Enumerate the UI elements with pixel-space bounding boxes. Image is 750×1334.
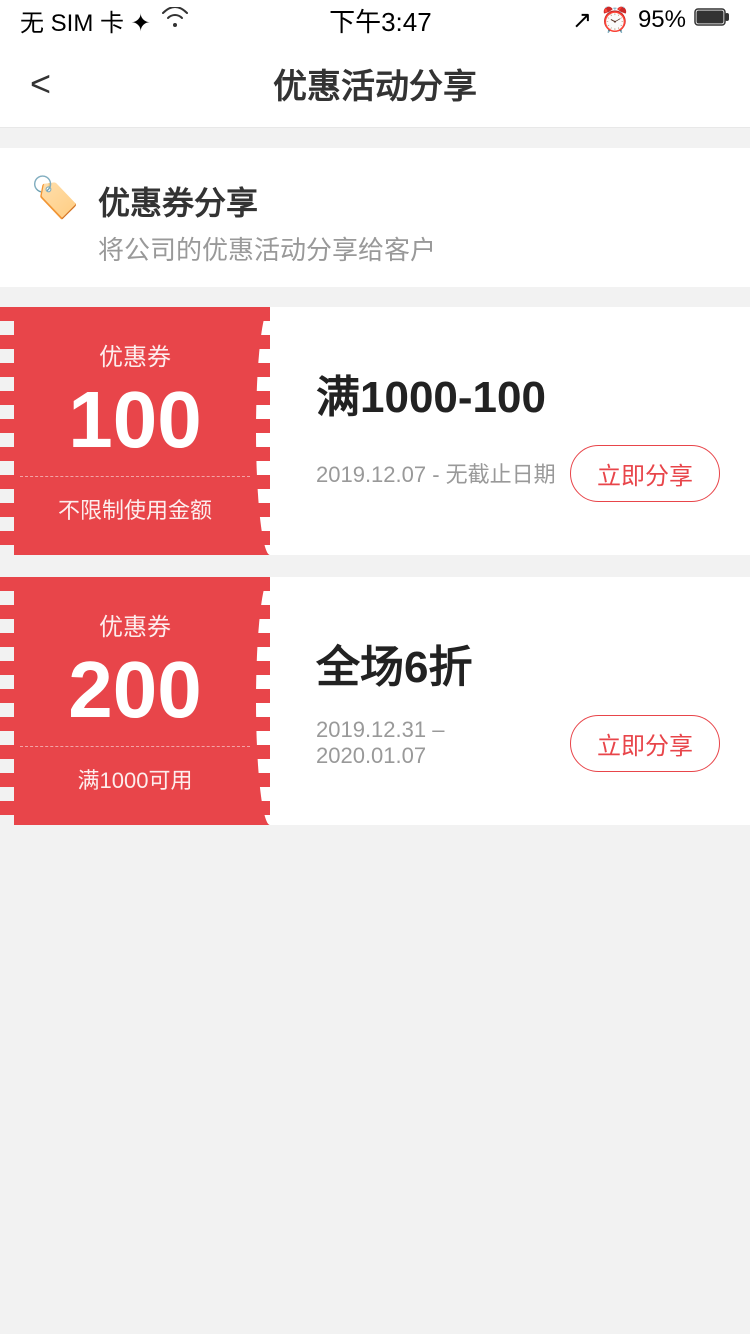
battery-percent: 95%: [638, 6, 686, 34]
coupon-card: 优惠券 200 满1000可用 全场6折 2019.12.31 – 2020.0…: [0, 577, 750, 825]
share-button-1[interactable]: 立即分享: [570, 715, 720, 772]
section-text: 优惠券分享 将公司的优惠活动分享给客户: [98, 178, 436, 267]
coupon-name-1: 全场6折: [316, 631, 720, 695]
coupon-left-0: 优惠券 100 不限制使用金额: [0, 307, 270, 555]
coupon-date-0: 2019.12.07 - 无截止日期: [316, 457, 560, 489]
status-right: ↗ ⏰ 95%: [572, 6, 730, 35]
coupon-card: 优惠券 100 不限制使用金额 满1000-100 2019.12.07 - 无…: [0, 307, 750, 555]
coupon-separator: [0, 557, 750, 577]
share-button-0[interactable]: 立即分享: [570, 445, 720, 502]
coupon-label-0: 优惠券: [99, 337, 171, 372]
coupon-amount-1: 200: [68, 650, 201, 730]
coupon-amount-0: 100: [68, 380, 201, 460]
status-bar: 无 SIM 卡 ✦ 下午3:47 ↗ ⏰ 95%: [0, 0, 750, 40]
coupon-condition-0: 不限制使用金额: [58, 493, 212, 525]
coupon-share-icon: 🏷️: [30, 178, 82, 230]
location-icon: ↗: [572, 6, 592, 35]
coupon-name-0: 满1000-100: [316, 361, 720, 425]
section-title: 优惠券分享: [98, 178, 436, 224]
coupon-label-1: 优惠券: [99, 607, 171, 642]
coupon-list: 优惠券 100 不限制使用金额 满1000-100 2019.12.07 - 无…: [0, 307, 750, 827]
coupon-date-1: 2019.12.31 – 2020.01.07: [316, 717, 560, 769]
section-subtitle: 将公司的优惠活动分享给客户: [98, 230, 436, 267]
battery-icon: [694, 6, 730, 34]
status-left: 无 SIM 卡 ✦: [20, 3, 189, 38]
back-button[interactable]: <: [30, 63, 51, 105]
coupon-meta-0: 2019.12.07 - 无截止日期 立即分享: [316, 445, 720, 502]
alarm-icon: ⏰: [600, 6, 630, 35]
signal-text: 无 SIM 卡 ✦: [20, 3, 151, 38]
status-time: 下午3:47: [329, 2, 432, 39]
nav-bar: < 优惠活动分享: [0, 40, 750, 128]
coupon-left-1: 优惠券 200 满1000可用: [0, 577, 270, 825]
coupon-meta-1: 2019.12.31 – 2020.01.07 立即分享: [316, 715, 720, 772]
coupon-condition-1: 满1000可用: [78, 763, 193, 795]
bottom-area: [0, 827, 750, 1327]
coupon-divider-1: [20, 746, 250, 747]
wifi-icon: [161, 6, 189, 34]
coupon-right-0: 满1000-100 2019.12.07 - 无截止日期 立即分享: [270, 307, 750, 555]
section-header: 🏷️ 优惠券分享 将公司的优惠活动分享给客户: [0, 148, 750, 287]
page-title: 优惠活动分享: [273, 59, 477, 108]
coupon-divider-0: [20, 476, 250, 477]
coupon-right-1: 全场6折 2019.12.31 – 2020.01.07 立即分享: [270, 577, 750, 825]
